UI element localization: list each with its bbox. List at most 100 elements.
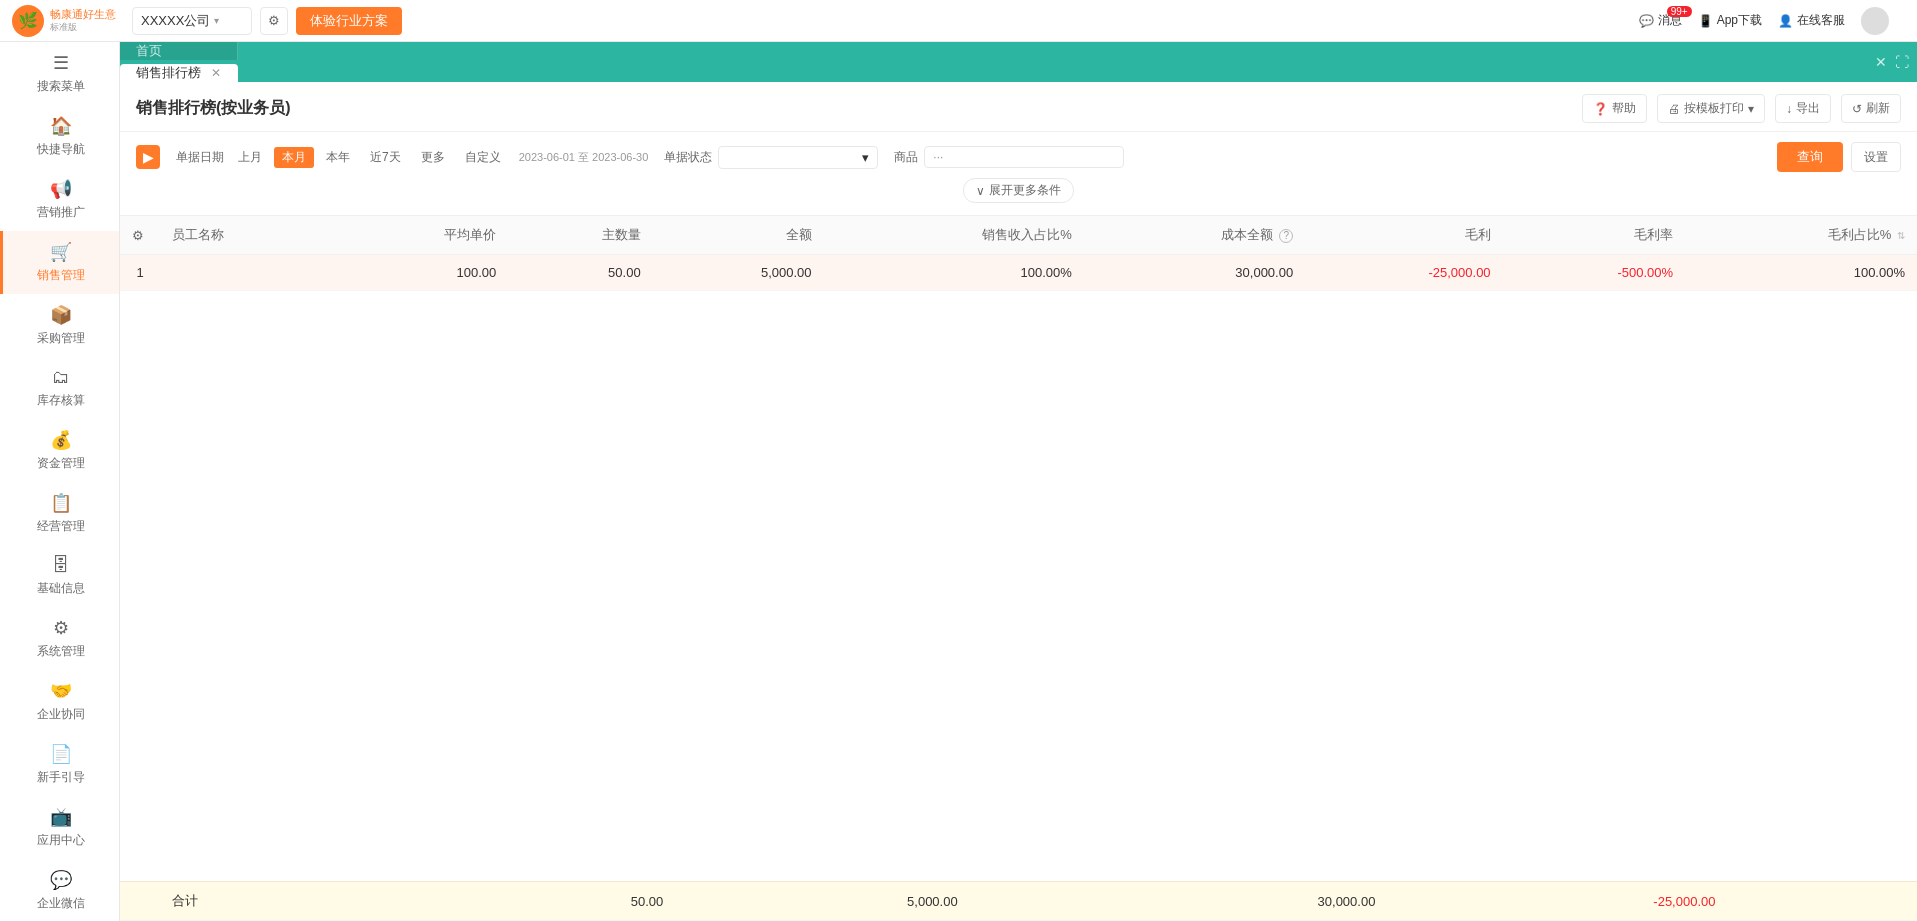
sidebar-search-label: 搜索菜单 [37,78,85,95]
export-button[interactable]: ↓ 导出 [1775,94,1831,123]
cell-margin: -25,000.00 [1305,255,1502,291]
page-content: 销售排行榜(按业务员) ❓ 帮助 🖨 按模板打印 ▾ ↓ 导出 [120,82,1917,921]
footer-margin: -25,000.00 [1387,882,1727,921]
tab-home[interactable]: 首页 [120,42,238,60]
footer-margin-rate [1728,882,1823,921]
expand-icon: ∨ [976,184,985,198]
sidebar-item-operation[interactable]: 📋 经营管理 [0,482,119,545]
settings-icon[interactable]: ⚙ [260,7,288,35]
app-download-button[interactable]: 📱 App下载 [1698,12,1762,29]
print-label: 按模板打印 [1684,100,1744,117]
sidebar-item-purchase[interactable]: 📦 采购管理 [0,294,119,357]
settings-button[interactable]: 设置 [1851,142,1901,172]
top-bar: 🌿 畅康通好生意 标准版 XXXXX公司 ▾ ⚙ 体验行业方案 💬 消息 99+… [0,0,1917,42]
query-button[interactable]: 查询 [1777,142,1843,172]
maximize-icon[interactable]: ⛶ [1895,54,1909,70]
sidebar-wechat-icon: 💬 [50,869,72,891]
col-margin-pct: 毛利占比% ⇅ [1685,216,1917,255]
avatar[interactable] [1861,7,1889,35]
date-opt-last7[interactable]: 近7天 [362,147,409,168]
sidebar-item-search[interactable]: ☰ 搜索菜单 [0,42,119,105]
message-badge: 99+ [1667,6,1692,17]
logo-icon: 🌿 [12,5,44,37]
message-icon: 💬 [1639,14,1654,28]
date-opt-custom[interactable]: 自定义 [457,147,509,168]
sidebar-operation-icon: 📋 [50,492,72,514]
logo-badge: 标准版 [50,21,116,34]
sidebar-inventory-icon: 🗂 [52,367,70,388]
cell-sales-pct: 100.00% [824,255,1084,291]
sidebar-purchase-label: 采购管理 [37,330,85,347]
expand-label: 展开更多条件 [989,182,1061,199]
company-selector[interactable]: XXXXX公司 ▾ [132,7,252,35]
sidebar: ☰ 搜索菜单 🏠 快捷导航 📢 营销推广 🛒 销售管理 📦 采购管理 🗂 库存核… [0,42,120,921]
message-button[interactable]: 💬 消息 99+ [1639,12,1682,29]
sidebar-item-system[interactable]: ⚙ 系统管理 [0,607,119,670]
cost-help-icon[interactable]: ? [1279,229,1293,243]
table-header: ⚙ 员工名称 平均单价 主数量 全额 销售收入占比% 成本全额 ? 毛利 毛利率… [120,216,1917,255]
sidebar-basic-label: 基础信息 [37,580,85,597]
goods-input[interactable]: ··· [924,146,1124,168]
sidebar-item-quick[interactable]: 🏠 快捷导航 [0,105,119,168]
sidebar-item-finance[interactable]: 💰 资金管理 [0,419,119,482]
footer-cost: 30,000.00 [1064,882,1387,921]
sidebar-marketing-label: 营销推广 [37,204,85,221]
service-label: 在线客服 [1797,12,1845,29]
sidebar-app-label: 应用中心 [37,832,85,849]
tab-sales-rank[interactable]: 销售排行榜✕ [120,64,238,82]
goods-filter-group: 商品 ··· [894,146,1124,168]
data-table: ⚙ 员工名称 平均单价 主数量 全额 销售收入占比% 成本全额 ? 毛利 毛利率… [120,216,1917,291]
filter-row: ▶ 单据日期 上月本月本年近7天更多自定义 2023-06-01 至 2023-… [136,142,1901,172]
help-button[interactable]: ❓ 帮助 [1582,94,1647,123]
cell-avg-price: 100.00 [334,255,508,291]
footer-empty-icon [120,882,160,921]
sidebar-item-basic[interactable]: 🗄 基础信息 [0,545,119,607]
cell-margin-rate: -500.00% [1503,255,1686,291]
tab-sales-rank-close-icon[interactable]: ✕ [211,66,221,80]
footer-main-qty: 50.00 [452,882,675,921]
sidebar-item-sales[interactable]: 🛒 销售管理 [0,231,119,294]
filter-toggle-button[interactable]: ▶ [136,145,160,169]
date-opt-cur_month[interactable]: 本月 [274,147,314,168]
table-area: ⚙ 员工名称 平均单价 主数量 全额 销售收入占比% 成本全额 ? 毛利 毛利率… [120,216,1917,881]
chevron-down-icon: ▾ [214,15,219,26]
table-body: 1 100.00 50.00 5,000.00 100.00% 30,000.0… [120,255,1917,291]
col-main-qty: 主数量 [508,216,652,255]
date-opt-more[interactable]: 更多 [413,147,453,168]
sidebar-item-wechat[interactable]: 💬 企业微信 [0,859,119,921]
sidebar-app-icon: 📺 [50,806,72,828]
footer-sales-pct [970,882,1065,921]
sidebar-item-newbie[interactable]: 📄 新手引导 [0,733,119,796]
footer-table: 合计 50.00 5,000.00 30,000.00 -25,000.00 [120,882,1917,921]
date-filter-label: 单据日期 [176,149,224,166]
sidebar-marketing-icon: 📢 [50,178,72,200]
industry-button[interactable]: 体验行业方案 [296,7,402,35]
sidebar-purchase-icon: 📦 [50,304,72,326]
logo-text: 畅康通好生意 [50,7,116,21]
content-area: 首页销售排行榜✕ ✕ ⛶ 销售排行榜(按业务员) ❓ 帮助 🖨 按模板打印 [120,42,1917,921]
tab-bar: 首页销售排行榜✕ ✕ ⛶ [120,42,1917,82]
page-title: 销售排行榜(按业务员) [136,98,291,119]
sidebar-item-collab[interactable]: 🤝 企业协同 [0,670,119,733]
sort-icon[interactable]: ⇅ [1897,230,1905,241]
expand-more-button[interactable]: ∨ 展开更多条件 [963,178,1074,203]
date-opt-prev_month[interactable]: 上月 [230,147,270,168]
print-button[interactable]: 🖨 按模板打印 ▾ [1657,94,1765,123]
close-window-icon[interactable]: ✕ [1875,54,1887,70]
refresh-label: 刷新 [1866,100,1890,117]
date-opt-cur_year[interactable]: 本年 [318,147,358,168]
help-icon: ❓ [1593,102,1608,116]
date-range-text: 2023-06-01 至 2023-06-30 [519,150,649,165]
online-service-button[interactable]: 👤 在线客服 [1778,12,1845,29]
status-select[interactable]: ▾ [718,146,878,169]
sidebar-operation-label: 经营管理 [37,518,85,535]
sidebar-search-icon: ☰ [53,52,69,74]
sidebar-item-app[interactable]: 📺 应用中心 [0,796,119,859]
col-margin-rate: 毛利率 [1503,216,1686,255]
sidebar-collab-icon: 🤝 [50,680,72,702]
col-settings-icon[interactable]: ⚙ [120,216,160,255]
col-cost: 成本全额 ? [1084,216,1305,255]
sidebar-item-inventory[interactable]: 🗂 库存核算 [0,357,119,419]
refresh-button[interactable]: ↺ 刷新 [1841,94,1901,123]
sidebar-item-marketing[interactable]: 📢 营销推广 [0,168,119,231]
